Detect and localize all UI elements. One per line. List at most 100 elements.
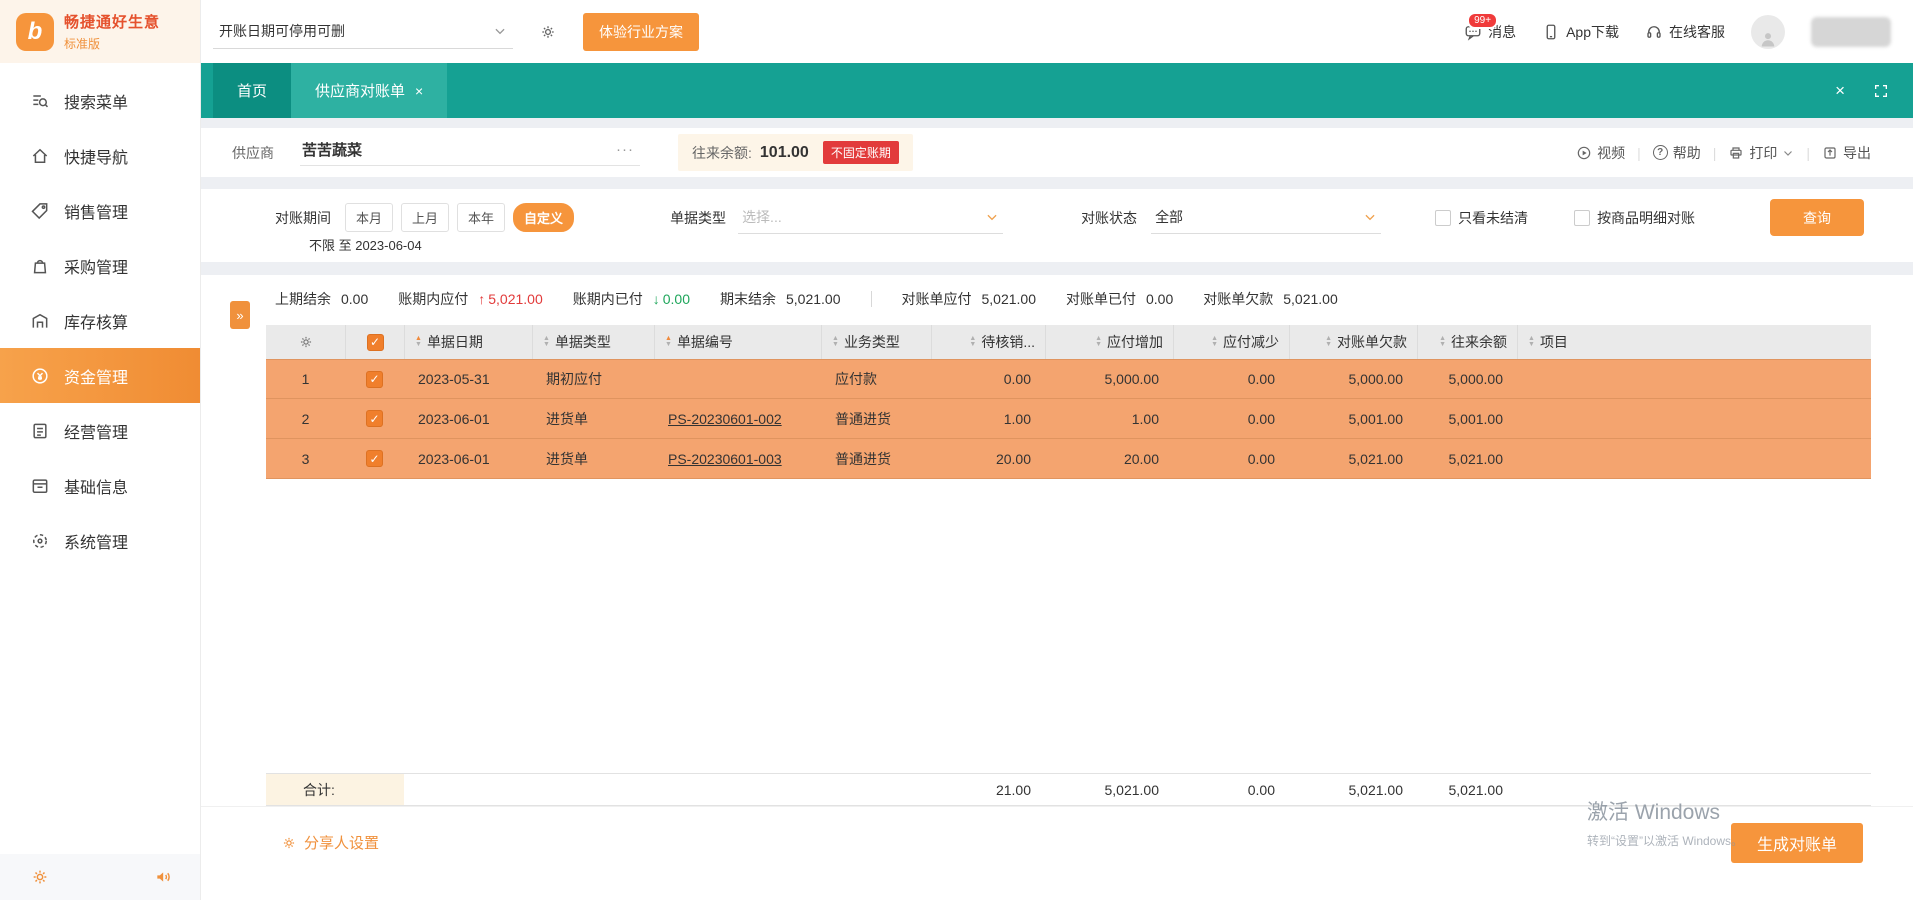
tab-close-icon[interactable]: × <box>415 83 423 99</box>
sort-icon[interactable]: ▲ ▼ <box>1325 335 1332 348</box>
sidebar-item-purchase[interactable]: 采购管理 <box>0 238 200 293</box>
total-balance: 5,021.00 <box>1448 781 1504 798</box>
period-this-month-button[interactable]: 本月 <box>345 203 394 232</box>
sort-icon[interactable]: ▲ ▼ <box>1439 335 1446 348</box>
sort-icon[interactable]: ▲ ▼ <box>415 335 422 348</box>
sort-icon[interactable]: ▲ ▼ <box>1095 335 1102 348</box>
account-set-value: 开账日期可停用可删 <box>219 23 345 39</box>
row-checkbox[interactable]: ✓ <box>366 370 383 388</box>
sidebar-item-operations[interactable]: 经营管理 <box>0 403 200 458</box>
row-index: 2 <box>301 410 310 427</box>
table-row[interactable]: 2 ✓ 2023-06-01 进货单 PS-20230601-002 普通进货 … <box>266 399 1871 439</box>
row-checkbox[interactable]: ✓ <box>366 410 383 427</box>
online-service-button[interactable]: 在线客服 <box>1645 22 1725 42</box>
cell-pending: 0.00 <box>1003 371 1031 387</box>
sort-icon[interactable]: ▲ ▼ <box>832 335 839 348</box>
table-row[interactable]: 3 ✓ 2023-06-01 进货单 PS-20230601-003 普通进货 … <box>266 439 1871 479</box>
search-icon <box>33 94 49 107</box>
share-settings-button[interactable]: 分享人设置 <box>281 832 379 853</box>
column-header-doc-type[interactable]: ▲ ▼ 单据类型 <box>532 325 654 359</box>
sort-icon[interactable]: ▲ ▼ <box>1528 335 1535 348</box>
doc-no-link[interactable]: PS-20230601-002 <box>668 411 782 427</box>
sidebar-item-funds[interactable]: 资金管理 <box>0 348 200 403</box>
home-icon <box>32 148 48 163</box>
checkbox-box <box>1435 209 1452 226</box>
sidebar-item-basic-info[interactable]: 基础信息 <box>0 458 200 513</box>
video-button[interactable]: 视频 <box>1576 143 1625 163</box>
collapse-panel-handle[interactable]: » <box>230 301 250 329</box>
fullscreen-icon[interactable] <box>1873 83 1889 99</box>
by-product-checkbox[interactable]: 按商品明细对账 <box>1574 208 1695 228</box>
summary-value: ↓ 0.00 <box>652 291 690 307</box>
tab-supplier-statement[interactable]: 供应商对账单 × <box>291 63 448 118</box>
column-header-doc-no[interactable]: ▲ ▼ 单据编号 <box>654 325 821 359</box>
up-arrow-icon: ↑ <box>478 291 486 307</box>
column-header-increase[interactable]: ▲ ▼ 应付增加 <box>1045 325 1173 359</box>
close-all-tabs-icon[interactable]: × <box>1835 81 1845 101</box>
sidebar-item-search-menu[interactable]: 搜索菜单 <box>0 73 200 128</box>
help-button[interactable]: ? 帮助 <box>1652 143 1701 163</box>
column-header-biz-type[interactable]: ▲ ▼ 业务类型 <box>821 325 931 359</box>
column-header-pending[interactable]: ▲ ▼ 待核销... <box>931 325 1045 359</box>
column-settings-cell[interactable] <box>266 325 345 359</box>
cell-pending: 1.00 <box>1003 410 1031 427</box>
sidebar-item-quick-nav[interactable]: 快捷导航 <box>0 128 200 183</box>
statement-table: ✓ ▲ ▼ 单据日期 ▲ ▼ 单据类型 ▲ ▼ 单据编号 ▲ ▼ 业务类型 ▲ ▼ 待核销... ▲… <box>266 325 1871 479</box>
trial-solution-button[interactable]: 体验行业方案 <box>583 12 699 51</box>
period-custom-button[interactable]: 自定义 <box>513 203 575 232</box>
column-header-project[interactable]: ▲ ▼ 项目 <box>1517 325 1871 359</box>
separator: | <box>1712 144 1717 161</box>
column-header-decrease[interactable]: ▲ ▼ 应付减少 <box>1173 325 1289 359</box>
sidebar-item-inventory[interactable]: 库存核算 <box>0 293 200 348</box>
tab-home[interactable]: 首页 <box>213 63 292 118</box>
select-all-cell[interactable]: ✓ <box>345 325 404 359</box>
supplier-select[interactable]: 苦苦蔬菜 ··· <box>300 139 640 166</box>
print-button[interactable]: 打印 <box>1728 143 1794 163</box>
generate-statement-button[interactable]: 生成对账单 <box>1731 822 1863 863</box>
period-last-month-button[interactable]: 上月 <box>401 203 450 232</box>
sidebar-item-sales[interactable]: 销售管理 <box>0 183 200 238</box>
messages-count-badge: 99+ <box>1467 11 1499 29</box>
funds-coin-icon <box>32 367 48 384</box>
check-icon: ✓ <box>369 411 380 426</box>
select-all-checkbox[interactable]: ✓ <box>366 333 384 351</box>
doc-type-select[interactable]: 选择... <box>738 202 1004 234</box>
sidebar-item-system[interactable]: 系统管理 <box>0 513 200 568</box>
sort-icon[interactable]: ▲ ▼ <box>1211 335 1218 348</box>
row-checkbox[interactable]: ✓ <box>366 450 383 467</box>
period-this-year-button[interactable]: 本年 <box>457 203 506 232</box>
settings-gear-icon[interactable] <box>30 867 50 887</box>
sort-icon[interactable]: ▲ ▼ <box>969 335 976 348</box>
menu-label: 快捷导航 <box>64 149 129 167</box>
headset-icon <box>1647 25 1661 38</box>
menu-label: 库存核算 <box>64 314 129 332</box>
totals-wrapper: 合计: 21.00 5,021.00 0.00 5,021.00 5,021.0… <box>266 773 1871 806</box>
sort-icon[interactable]: ▲ ▼ <box>543 335 550 348</box>
column-header-balance[interactable]: ▲ ▼ 往来余额 <box>1417 325 1517 359</box>
app-download-label: App下载 <box>1566 23 1619 40</box>
export-label: 导出 <box>1843 144 1871 161</box>
export-button[interactable]: 导出 <box>1822 143 1871 163</box>
speaker-icon[interactable] <box>154 867 174 887</box>
sort-icon[interactable]: ▲ ▼ <box>665 335 672 348</box>
query-button[interactable]: 查询 <box>1770 199 1864 236</box>
doc-no-link[interactable]: PS-20230601-003 <box>668 451 782 467</box>
messages-button[interactable]: 99+ 消息 <box>1464 11 1516 42</box>
supplier-toolbar: 供应商 苦苦蔬菜 ··· 往来余额: 101.00 不固定账期 视频 | ? 帮… <box>201 128 1913 177</box>
separator: | <box>1806 144 1810 161</box>
table-row[interactable]: 1 ✓ 2023-05-31 期初应付 应付款 0.00 5,000.00 0.… <box>266 359 1871 399</box>
cell-project <box>1517 439 1871 478</box>
summary-label: 对账单欠款 <box>1203 291 1274 307</box>
only-unsettled-checkbox[interactable]: 只看未结清 <box>1435 208 1528 228</box>
summary-value: 0.00 <box>341 291 369 307</box>
column-header-date[interactable]: ▲ ▼ 单据日期 <box>404 325 532 359</box>
app-download-button[interactable]: App下载 <box>1542 22 1619 42</box>
column-header-owed[interactable]: ▲ ▼ 对账单欠款 <box>1289 325 1417 359</box>
account-settings-gear-icon[interactable] <box>539 23 557 41</box>
account-set-select[interactable]: 开账日期可停用可删 <box>213 15 513 49</box>
more-icon[interactable]: ··· <box>616 141 634 158</box>
status-select[interactable]: 全部 <box>1151 202 1382 234</box>
archive-icon <box>32 478 48 493</box>
user-avatar[interactable] <box>1751 14 1785 49</box>
cell-decrease: 0.00 <box>1247 371 1275 387</box>
